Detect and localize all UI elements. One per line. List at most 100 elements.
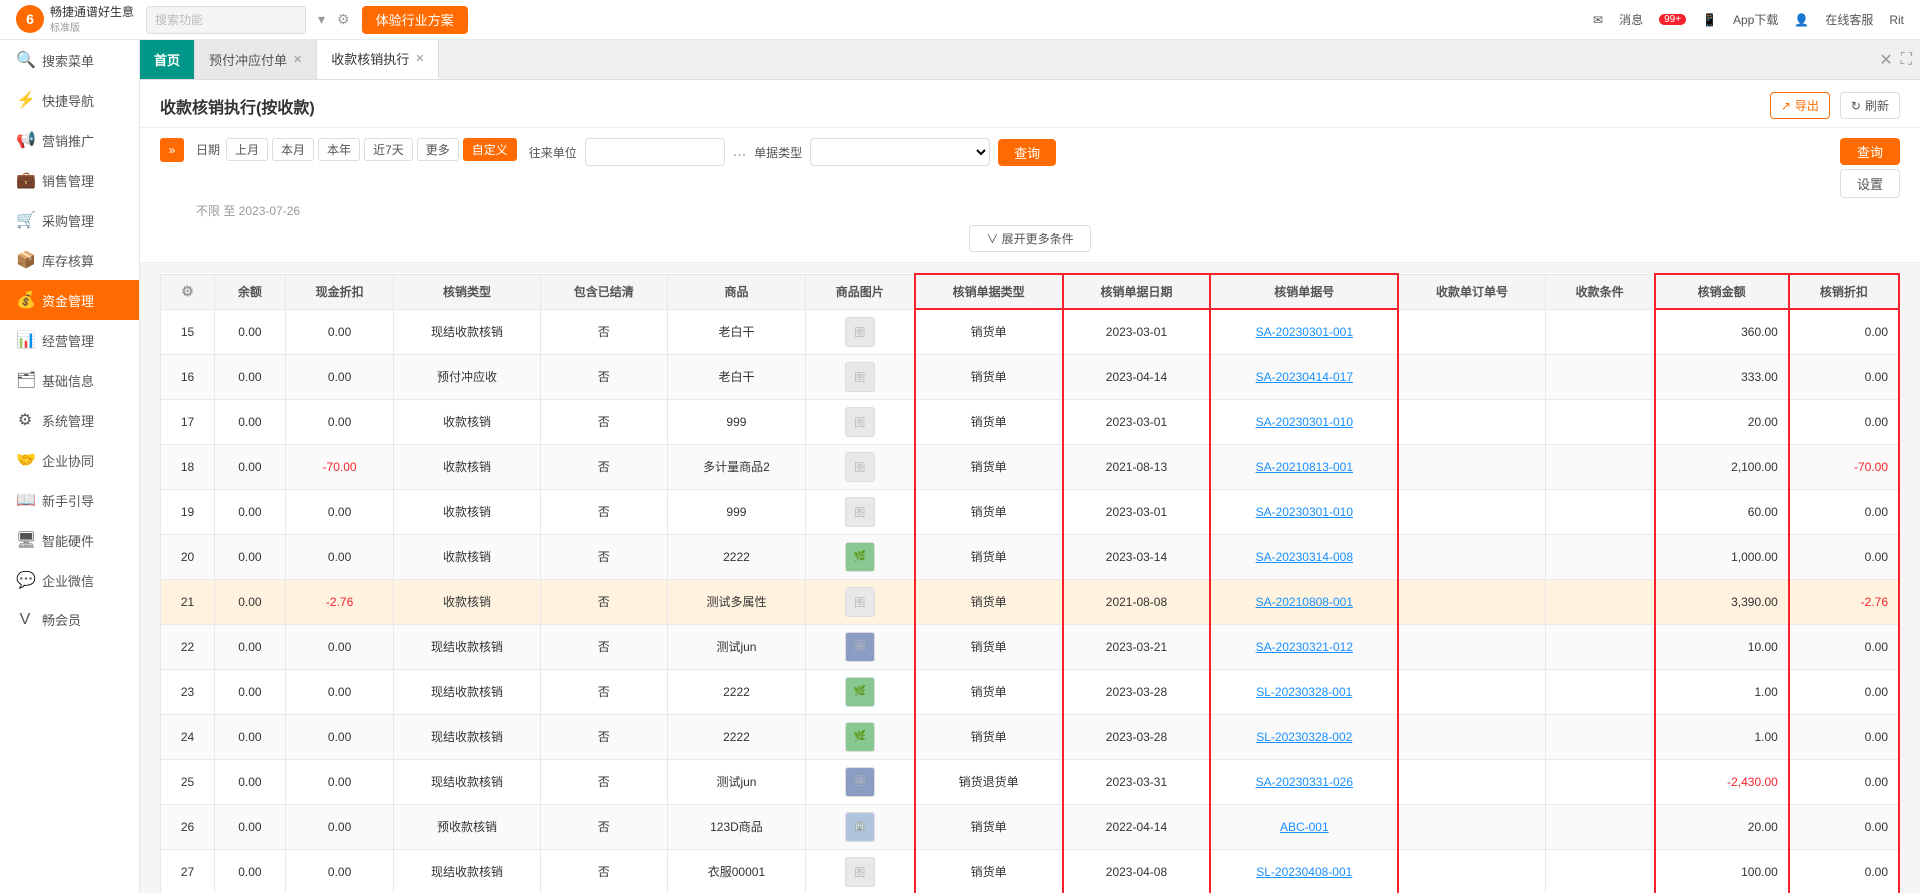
settings-gear-icon[interactable]: ⚙ xyxy=(337,11,350,28)
cell-receipt-cond xyxy=(1545,669,1654,714)
receipt-cancel-tab-close-icon[interactable]: ✕ xyxy=(415,52,424,65)
online-service-label[interactable]: 在线客服 xyxy=(1825,11,1873,28)
custom-chip[interactable]: 自定义 xyxy=(463,138,517,161)
filter-expand-button[interactable]: » xyxy=(160,138,184,162)
cell-doc-type: 销货单 xyxy=(915,579,1063,624)
sidebar-item-hardware[interactable]: 🖥 智能硬件 xyxy=(0,520,139,560)
sidebar-item-search[interactable]: 🔍 搜索菜单 xyxy=(0,40,139,80)
cell-receipt-cond xyxy=(1545,579,1654,624)
more-chip[interactable]: 更多 xyxy=(417,138,459,161)
sidebar-item-label: 智能硬件 xyxy=(42,531,94,550)
cell-doc-no[interactable]: SA-20210808-001 xyxy=(1210,579,1398,624)
cell-doc-no[interactable]: SL-20230328-001 xyxy=(1210,669,1398,714)
cell-cancel-type: 现结收款核销 xyxy=(394,309,540,354)
sidebar-item-shortcuts[interactable]: ⚡ 快捷导航 xyxy=(0,80,139,120)
sidebar-item-label: 畅会员 xyxy=(42,610,81,629)
cell-amount: 100.00 xyxy=(1655,849,1789,893)
refresh-button[interactable]: ↻ 刷新 xyxy=(1840,92,1900,119)
cell-amount: 2,100.00 xyxy=(1655,444,1789,489)
date-range-display: 不限 至 2023-07-26 xyxy=(160,202,1900,219)
last-month-chip[interactable]: 上月 xyxy=(226,138,268,161)
cell-doc-no[interactable]: SA-20230414-017 xyxy=(1210,354,1398,399)
table-row: 26 0.00 0.00 预收款核销 否 123D商品 🏢 销货单 2022-0… xyxy=(161,804,1900,849)
message-icon[interactable]: ✉ xyxy=(1593,13,1603,27)
date-label: 日期 xyxy=(196,141,220,158)
tab-receipt-cancel[interactable]: 收款核销执行 ✕ xyxy=(317,40,439,79)
tab-home[interactable]: 首页 xyxy=(140,40,195,79)
from-unit-input[interactable] xyxy=(585,138,725,166)
data-table: ⚙ 余额 现金折扣 核销类型 包含已结清 商品 商品图片 核销单据类型 核销单据… xyxy=(160,273,1900,893)
cell-doc-no[interactable]: SL-20230328-002 xyxy=(1210,714,1398,759)
expand-more-row: ∨ 展开更多条件 xyxy=(160,225,1900,252)
cell-doc-no[interactable]: SA-20210813-001 xyxy=(1210,444,1398,489)
cell-receipt-order xyxy=(1398,534,1545,579)
sidebar-item-sales[interactable]: 💼 销售管理 xyxy=(0,160,139,200)
prepay-tab-close-icon[interactable]: ✕ xyxy=(293,53,302,66)
industry-solution-button[interactable]: 体验行业方案 xyxy=(362,6,468,34)
sidebar-item-wechat[interactable]: 💬 企业微信 xyxy=(0,560,139,600)
query-button-2[interactable]: 查询 xyxy=(1840,138,1900,165)
page-header: 收款核销执行(按收款) ↗ 导出 ↻ 刷新 xyxy=(140,80,1920,128)
cell-amount: 360.00 xyxy=(1655,309,1789,354)
sidebar-item-basic-info[interactable]: 🗂 基础信息 xyxy=(0,360,139,400)
sidebar-item-marketing[interactable]: 📢 营销推广 xyxy=(0,120,139,160)
sidebar-item-enterprise[interactable]: 🤝 企业协同 xyxy=(0,440,139,480)
sidebar-item-vip[interactable]: V 畅会员 xyxy=(0,600,139,639)
cell-product: 老白干 xyxy=(668,309,806,354)
query-button[interactable]: 查询 xyxy=(998,139,1056,166)
expand-more-button[interactable]: ∨ 展开更多条件 xyxy=(969,225,1090,252)
maximize-icon[interactable]: ⛶ xyxy=(1901,51,1912,69)
cell-balance: 0.00 xyxy=(215,624,286,669)
cell-cash-discount: 0.00 xyxy=(285,759,394,804)
cell-balance: 0.00 xyxy=(215,849,286,893)
cell-balance: 0.00 xyxy=(215,804,286,849)
top-search-box[interactable]: 搜索功能 xyxy=(146,6,306,34)
page-actions: ↗ 导出 ↻ 刷新 xyxy=(1770,92,1900,119)
app-download-icon[interactable]: 📱 xyxy=(1702,13,1717,27)
sidebar-item-system[interactable]: ⚙ 系统管理 xyxy=(0,400,139,440)
col-included: 包含已结清 xyxy=(540,274,667,309)
cell-product: 多计量商品2 xyxy=(668,444,806,489)
sidebar-item-label: 经营管理 xyxy=(42,331,94,350)
tab-prepay[interactable]: 预付冲应付单 ✕ xyxy=(195,40,317,79)
filter-unit-group: 往来单位 ... 单据类型 查询 xyxy=(529,138,1056,166)
cell-doc-no[interactable]: SA-20230301-010 xyxy=(1210,399,1398,444)
receipt-type-select[interactable] xyxy=(810,138,990,166)
last-7days-chip[interactable]: 近7天 xyxy=(364,138,413,161)
sidebar-item-inventory[interactable]: 📦 库存核算 xyxy=(0,240,139,280)
cell-doc-no[interactable]: ABC-001 xyxy=(1210,804,1398,849)
online-service-icon[interactable]: 👤 xyxy=(1794,13,1809,27)
sidebar-item-management[interactable]: 📊 经营管理 xyxy=(0,320,139,360)
export-button[interactable]: ↗ 导出 xyxy=(1770,92,1830,119)
cell-amount: 1.00 xyxy=(1655,669,1789,714)
cell-doc-date: 2021-08-13 xyxy=(1063,444,1211,489)
sidebar-item-finance[interactable]: 💰 资金管理 xyxy=(0,280,139,320)
col-doc-no: 核销单据号 xyxy=(1210,274,1398,309)
cell-doc-date: 2023-04-08 xyxy=(1063,849,1211,893)
cell-product-img: 图 xyxy=(805,354,914,399)
this-year-chip[interactable]: 本年 xyxy=(318,138,360,161)
settings-button[interactable]: 设置 xyxy=(1840,169,1900,198)
this-month-chip[interactable]: 本月 xyxy=(272,138,314,161)
cell-no: 17 xyxy=(161,399,215,444)
cell-doc-no[interactable]: SA-20230301-001 xyxy=(1210,309,1398,354)
app-download-label[interactable]: App下载 xyxy=(1733,11,1778,28)
column-settings-icon[interactable]: ⚙ xyxy=(181,283,194,299)
search-dropdown-icon[interactable]: ▾ xyxy=(318,11,325,28)
cell-doc-no[interactable]: SA-20230301-010 xyxy=(1210,489,1398,534)
close-window-icon[interactable]: ✕ xyxy=(1879,50,1892,70)
col-gear[interactable]: ⚙ xyxy=(161,274,215,309)
cell-balance: 0.00 xyxy=(215,579,286,624)
cell-included: 否 xyxy=(540,804,667,849)
cell-doc-no[interactable]: SA-20230314-008 xyxy=(1210,534,1398,579)
cell-doc-no[interactable]: SA-20230321-012 xyxy=(1210,624,1398,669)
sidebar-item-purchase[interactable]: 🛒 采购管理 xyxy=(0,200,139,240)
cell-doc-no[interactable]: SL-20230408-001 xyxy=(1210,849,1398,893)
receipt-type-label: 单据类型 xyxy=(754,144,802,161)
sidebar-item-guide[interactable]: 📖 新手引导 xyxy=(0,480,139,520)
tab-bar: 首页 预付冲应付单 ✕ 收款核销执行 ✕ ✕ ⛶ xyxy=(140,40,1920,80)
filter-bar: » 日期 上月 本月 本年 近7天 更多 自定义 往来单位 ... xyxy=(140,128,1920,263)
export-icon: ↗ xyxy=(1781,99,1791,113)
cell-doc-no[interactable]: SA-20230331-026 xyxy=(1210,759,1398,804)
cell-included: 否 xyxy=(540,534,667,579)
